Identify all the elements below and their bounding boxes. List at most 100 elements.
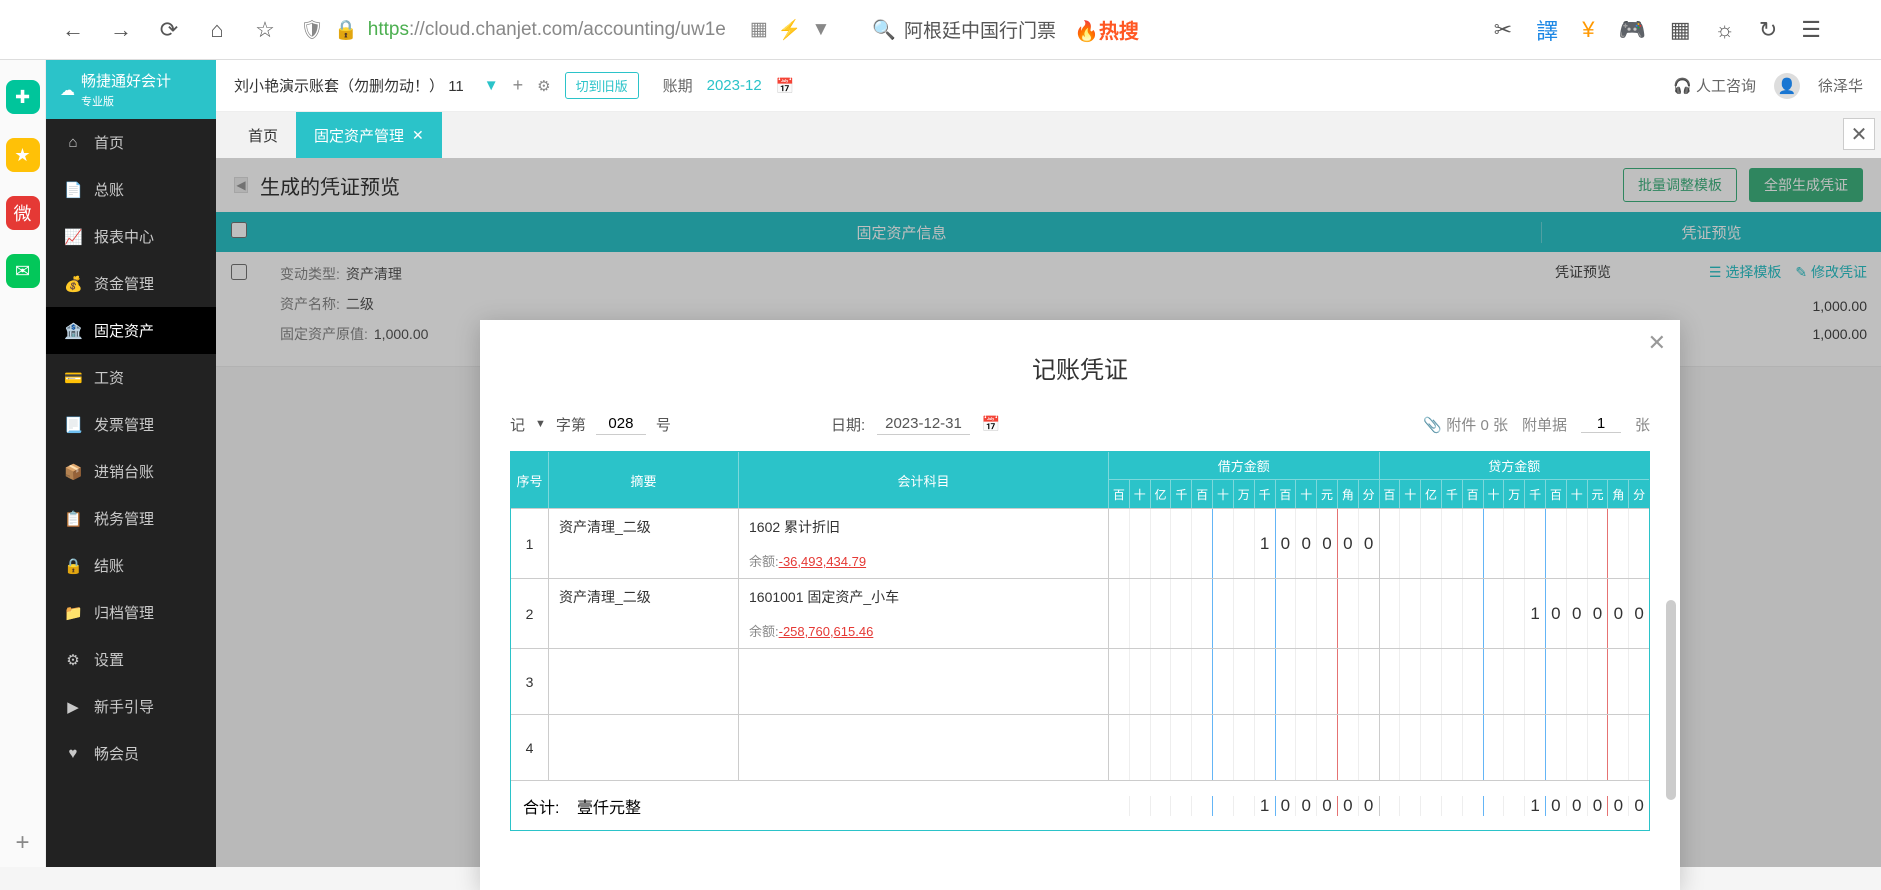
amount-digit[interactable]	[1484, 715, 1505, 780]
amount-digit[interactable]	[1380, 579, 1401, 648]
panel-close-button[interactable]: ✕	[1843, 118, 1875, 150]
search-box[interactable]: 🔍 阿根廷中国行门票 🔥热搜	[872, 15, 1139, 44]
url-bar[interactable]: 🛡 🔒 https://cloud.chanjet.com/accounting…	[300, 18, 830, 42]
amount-digit[interactable]	[1130, 796, 1151, 816]
amount-digit[interactable]	[1130, 649, 1151, 714]
amount-digit[interactable]	[1359, 715, 1379, 780]
amount-digit[interactable]	[1317, 649, 1338, 714]
amount-digit[interactable]	[1234, 715, 1255, 780]
amount-digit[interactable]: 0	[1338, 796, 1359, 816]
chevron-down-icon[interactable]: ▼	[811, 19, 830, 41]
nav-member[interactable]: ♥畅会员	[46, 730, 216, 777]
amount-digit[interactable]	[1442, 715, 1463, 780]
amount-digit[interactable]	[1151, 579, 1172, 648]
calendar-icon[interactable]: 📅	[982, 415, 1001, 433]
tab-asset-mgmt[interactable]: 固定资产管理✕	[296, 112, 442, 158]
amount-digit[interactable]	[1338, 579, 1359, 648]
amount-digit[interactable]	[1255, 579, 1276, 648]
chevron-down-icon[interactable]: ▼	[535, 418, 546, 430]
modal-scrollbar[interactable]	[1666, 600, 1676, 800]
amount-digit[interactable]	[1608, 715, 1629, 780]
amount-digit[interactable]	[1588, 715, 1609, 780]
amount-digit[interactable]	[1400, 579, 1421, 648]
avatar[interactable]: 👤	[1774, 73, 1800, 99]
amount-digit[interactable]	[1171, 649, 1192, 714]
os-app-1[interactable]: ✚	[6, 80, 40, 114]
amount-digit[interactable]: 0	[1629, 796, 1649, 816]
amount-digit[interactable]	[1130, 715, 1151, 780]
amount-digit[interactable]	[1567, 715, 1588, 780]
amount-digit[interactable]	[1151, 509, 1172, 578]
tab-home[interactable]: 首页	[230, 112, 296, 158]
amount-digit[interactable]	[1629, 509, 1649, 578]
flash-icon[interactable]: ⚡	[778, 18, 802, 42]
amount-digit[interactable]	[1421, 796, 1442, 816]
amount-digit[interactable]	[1504, 715, 1525, 780]
menu-icon[interactable]: ☰	[1801, 17, 1821, 43]
attachment-link[interactable]: 📎 附件 0 张	[1423, 414, 1508, 435]
amount-digit[interactable]	[1608, 649, 1629, 714]
amount-digit[interactable]	[1296, 649, 1317, 714]
amount-digit[interactable]	[1130, 509, 1151, 578]
amount-digit[interactable]	[1525, 649, 1546, 714]
amount-digit[interactable]	[1484, 796, 1505, 816]
nav-report[interactable]: 📈报表中心	[46, 213, 216, 260]
sheet-count-input[interactable]	[1581, 415, 1621, 433]
amount-digit[interactable]	[1504, 649, 1525, 714]
amount-digit[interactable]	[1442, 509, 1463, 578]
amount-digit[interactable]	[1255, 715, 1276, 780]
amount-digit[interactable]	[1234, 796, 1255, 816]
theme-icon[interactable]: ☼	[1715, 17, 1735, 43]
forward-icon[interactable]: →	[108, 17, 134, 43]
amount-digit[interactable]: 0	[1317, 509, 1338, 578]
cell-subject[interactable]	[739, 715, 1109, 780]
amount-digit[interactable]: 0	[1546, 796, 1567, 816]
amount-digit[interactable]: 1	[1525, 796, 1546, 816]
amount-digit[interactable]	[1525, 715, 1546, 780]
amount-digit[interactable]	[1400, 715, 1421, 780]
amount-digit[interactable]: 0	[1359, 509, 1379, 578]
amount-digit[interactable]	[1421, 579, 1442, 648]
amount-digit[interactable]	[1484, 649, 1505, 714]
amount-digit[interactable]	[1546, 509, 1567, 578]
amount-digit[interactable]	[1442, 649, 1463, 714]
amount-digit[interactable]	[1588, 509, 1609, 578]
amount-digit[interactable]	[1380, 796, 1401, 816]
amount-digit[interactable]: 0	[1276, 796, 1297, 816]
amount-digit[interactable]	[1151, 715, 1172, 780]
scissors-icon[interactable]: ✂	[1494, 17, 1512, 43]
modal-close-icon[interactable]: ✕	[1648, 330, 1666, 356]
amount-digit[interactable]: 0	[1317, 796, 1338, 816]
amount-digit[interactable]	[1192, 649, 1213, 714]
amount-digit[interactable]: 0	[1588, 579, 1609, 648]
amount-digit[interactable]	[1567, 649, 1588, 714]
amount-digit[interactable]: 0	[1567, 796, 1588, 816]
amount-digit[interactable]	[1317, 715, 1338, 780]
amount-digit[interactable]	[1317, 579, 1338, 648]
amount-digit[interactable]	[1296, 579, 1317, 648]
amount-digit[interactable]	[1421, 649, 1442, 714]
nav-ledger[interactable]: 📄总账	[46, 166, 216, 213]
amount-digit[interactable]	[1296, 715, 1317, 780]
amount-digit[interactable]: 0	[1338, 509, 1359, 578]
amount-digit[interactable]	[1171, 579, 1192, 648]
amount-digit[interactable]: 0	[1629, 579, 1649, 648]
amount-digit[interactable]	[1234, 579, 1255, 648]
amount-digit[interactable]	[1338, 715, 1359, 780]
account-dropdown-icon[interactable]: ▼	[484, 77, 499, 94]
amount-digit[interactable]	[1442, 796, 1463, 816]
amount-digit[interactable]	[1463, 579, 1484, 648]
period-value[interactable]: 2023-12	[707, 77, 762, 94]
amount-digit[interactable]	[1608, 509, 1629, 578]
amount-digit[interactable]	[1109, 715, 1130, 780]
add-account-icon[interactable]: +	[513, 75, 524, 96]
cell-summary[interactable]	[549, 649, 739, 714]
amount-digit[interactable]: 0	[1359, 796, 1379, 816]
amount-digit[interactable]: 0	[1588, 796, 1609, 816]
amount-digit[interactable]	[1484, 579, 1505, 648]
amount-digit[interactable]	[1421, 509, 1442, 578]
amount-digit[interactable]	[1359, 579, 1379, 648]
amount-digit[interactable]	[1525, 509, 1546, 578]
nav-home[interactable]: ⌂首页	[46, 119, 216, 166]
amount-digit[interactable]: 1	[1255, 796, 1276, 816]
